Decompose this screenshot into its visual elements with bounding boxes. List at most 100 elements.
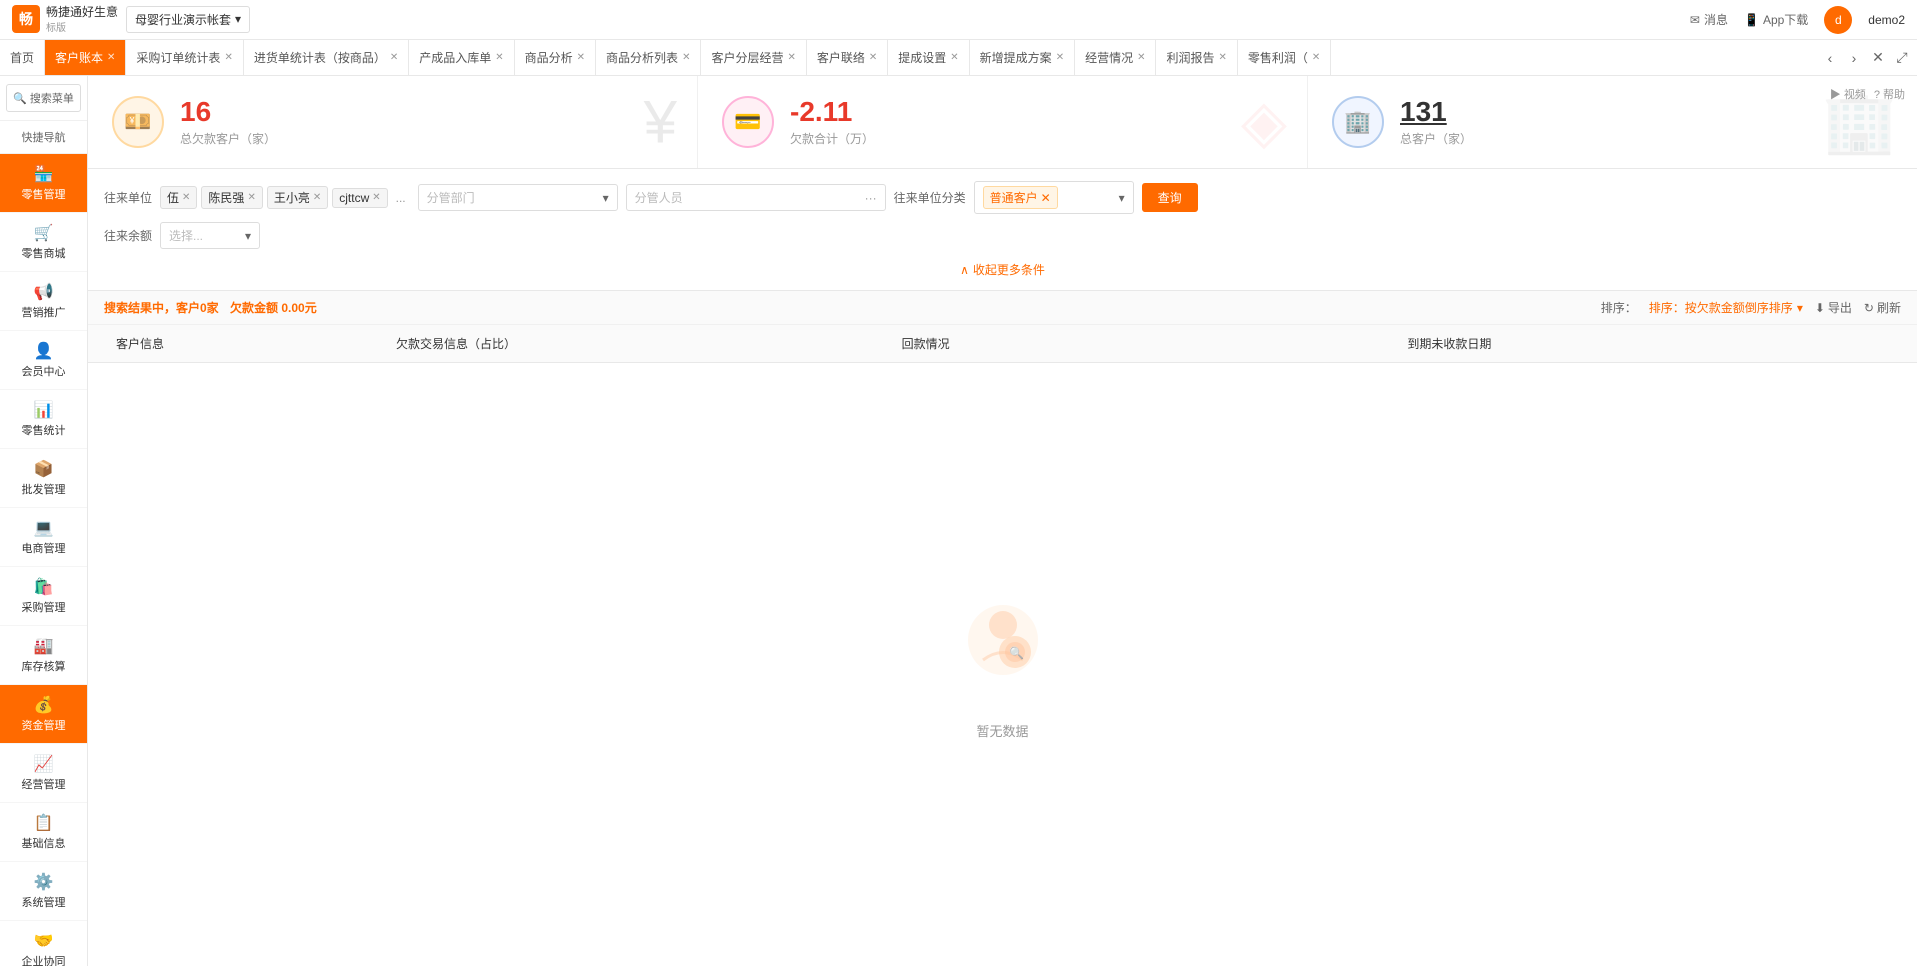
stat-bg-icon-1: ¥ bbox=[644, 88, 677, 157]
unit-tag-wang-close[interactable]: ✕ bbox=[313, 192, 321, 203]
retail-mgmt-label: 零售管理 bbox=[22, 186, 66, 202]
refresh-btn[interactable]: ↻ 刷新 bbox=[1864, 299, 1901, 316]
unit-tag-wu[interactable]: 伍 ✕ bbox=[160, 186, 197, 209]
logo-sub: 标版 bbox=[46, 19, 118, 34]
chevron-up-icon: ∧ bbox=[960, 263, 969, 277]
sidebar-item-system[interactable]: ⚙️ 系统管理 bbox=[0, 862, 87, 921]
tab-customer-segment-close[interactable]: ✕ bbox=[787, 52, 795, 63]
tab-purchase-summary[interactable]: 采购订单统计表 ✕ bbox=[126, 40, 243, 76]
message-action[interactable]: ✉ 消息 bbox=[1690, 11, 1728, 28]
tab-profit-close[interactable]: ✕ bbox=[1219, 52, 1227, 63]
unit-tag-chen[interactable]: 陈民强 ✕ bbox=[201, 186, 262, 209]
tab-operations[interactable]: 经营情况 ✕ bbox=[1075, 40, 1156, 76]
tab-promote-close[interactable]: ✕ bbox=[950, 52, 958, 63]
tab-purchase-summary-label: 采购订单统计表 bbox=[136, 49, 220, 66]
unit-class-tag-normal[interactable]: 普通客户 ✕ bbox=[983, 186, 1058, 209]
tab-product-analysis-close[interactable]: ✕ bbox=[577, 52, 585, 63]
ecommerce-label: 电商管理 bbox=[22, 540, 66, 556]
stat-icon-3: 🏢 bbox=[1332, 96, 1384, 148]
tab-purchase-stats-close[interactable]: ✕ bbox=[390, 52, 398, 63]
sidebar-item-retail-mgmt[interactable]: 🏪 零售管理 bbox=[0, 154, 87, 213]
tab-product-list-label: 商品分析列表 bbox=[606, 49, 678, 66]
sidebar-item-marketing[interactable]: 📢 营销推广 bbox=[0, 272, 87, 331]
unit-tag-cjttcw-close[interactable]: ✕ bbox=[372, 192, 380, 203]
tab-purchase-stats[interactable]: 进货单统计表（按商品） ✕ bbox=[244, 40, 409, 76]
tab-retail-profit-close[interactable]: ✕ bbox=[1312, 52, 1320, 63]
sidebar-item-capital[interactable]: 💰 资金管理 bbox=[0, 685, 87, 744]
unit-tag-cjttcw[interactable]: cjttcw ✕ bbox=[332, 188, 387, 208]
nav-next-btn[interactable]: › bbox=[1843, 47, 1865, 69]
tab-retail-profit[interactable]: 零售利润（ ✕ bbox=[1238, 40, 1331, 76]
tab-product-analysis-list[interactable]: 商品分析列表 ✕ bbox=[596, 40, 701, 76]
unit-class-arrow: ▾ bbox=[1119, 191, 1125, 205]
app-download-action[interactable]: 📱 App下载 bbox=[1744, 11, 1808, 28]
dept-select[interactable]: 分管部门 ▾ bbox=[418, 184, 618, 211]
sidebar-item-inventory[interactable]: 🏭 库存核算 bbox=[0, 626, 87, 685]
tab-operations-close[interactable]: ✕ bbox=[1137, 52, 1145, 63]
unit-tags-more[interactable]: ... bbox=[392, 189, 410, 207]
sidebar-item-member[interactable]: 👤 会员中心 bbox=[0, 331, 87, 390]
total-debt-label: 欠款合计（万） bbox=[790, 130, 874, 147]
tab-product-analysis[interactable]: 商品分析 ✕ bbox=[515, 40, 596, 76]
query-button[interactable]: 查询 bbox=[1142, 183, 1198, 212]
person-select[interactable]: 分管人员 ··· bbox=[626, 184, 886, 211]
nav-tabs-actions: ‹ › ✕ ⤢ bbox=[1815, 47, 1917, 69]
stats-bar: 💴 16 总欠款客户（家） ¥ 💳 -2.11 欠款合计（万） ◈ bbox=[88, 76, 1917, 169]
tab-new-promote[interactable]: 新增提成方案 ✕ bbox=[970, 40, 1075, 76]
unit-tag-chen-text: 陈民强 bbox=[208, 189, 244, 206]
video-action[interactable]: ▶ 视频 bbox=[1830, 86, 1866, 102]
export-btn[interactable]: ⬇ 导出 bbox=[1815, 299, 1852, 316]
unit-tag-chen-close[interactable]: ✕ bbox=[247, 192, 255, 203]
unit-class-select[interactable]: 普通客户 ✕ ▾ bbox=[974, 181, 1134, 214]
sidebar-item-purchase[interactable]: 🛍️ 采购管理 bbox=[0, 567, 87, 626]
store-select[interactable]: 母婴行业演示帐套 ▾ bbox=[126, 6, 250, 33]
filter-collapse-btn[interactable]: ∧ 收起更多条件 bbox=[104, 257, 1901, 282]
sidebar-item-batch-mgmt[interactable]: 📦 批发管理 bbox=[0, 449, 87, 508]
nav-maximize-btn[interactable]: ⤢ bbox=[1891, 47, 1913, 69]
unit-tag-cjttcw-text: cjttcw bbox=[339, 191, 369, 205]
sort-select[interactable]: 排序：按欠款金额倒序排序 ▾ bbox=[1649, 299, 1803, 316]
nav-close-all-btn[interactable]: ✕ bbox=[1867, 47, 1889, 69]
unit-filter-label: 往来单位 bbox=[104, 189, 152, 206]
basic-info-icon: 📋 bbox=[34, 813, 54, 833]
avatar[interactable]: d bbox=[1824, 6, 1852, 34]
tab-new-promote-close[interactable]: ✕ bbox=[1056, 52, 1064, 63]
tab-purchase-summary-close[interactable]: ✕ bbox=[224, 52, 232, 63]
total-debt-value: -2.11 bbox=[790, 98, 874, 126]
dept-placeholder: 分管部门 bbox=[427, 189, 475, 206]
retail-mall-icon: 🛒 bbox=[34, 223, 54, 243]
sidebar-item-ecommerce[interactable]: 💻 电商管理 bbox=[0, 508, 87, 567]
tab-promote-settings[interactable]: 提成设置 ✕ bbox=[888, 40, 969, 76]
tab-customer-accounts[interactable]: 客户账本 ✕ bbox=[45, 40, 126, 76]
unit-class-tag-close[interactable]: ✕ bbox=[1041, 191, 1051, 205]
tab-product-list-close[interactable]: ✕ bbox=[682, 52, 690, 63]
tab-profit-report[interactable]: 利润报告 ✕ bbox=[1156, 40, 1237, 76]
sidebar-item-enterprise-collab[interactable]: 🤝 企业协同 bbox=[0, 921, 87, 966]
tab-production-label: 产成品入库单 bbox=[419, 49, 491, 66]
quick-nav-btn[interactable]: 快捷导航 bbox=[0, 121, 87, 154]
tab-customer-accounts-close[interactable]: ✕ bbox=[107, 52, 115, 63]
sidebar-item-retail-stats[interactable]: 📊 零售统计 bbox=[0, 390, 87, 449]
sidebar-item-ops-mgmt[interactable]: 📈 经营管理 bbox=[0, 744, 87, 803]
unit-tag-wu-close[interactable]: ✕ bbox=[182, 192, 190, 203]
stat-actions: ▶ 视频 ? 帮助 bbox=[1830, 86, 1905, 102]
tab-customer-contact[interactable]: 客户联络 ✕ bbox=[807, 40, 888, 76]
balance-select[interactable]: 选择... ▾ bbox=[160, 222, 260, 249]
tab-production-inbound[interactable]: 产成品入库单 ✕ bbox=[409, 40, 514, 76]
search-menu-button[interactable]: 🔍 搜索菜单 bbox=[6, 84, 81, 112]
tab-home[interactable]: 首页 bbox=[0, 40, 45, 76]
nav-prev-btn[interactable]: ‹ bbox=[1819, 47, 1841, 69]
tab-customer-segment[interactable]: 客户分层经营 ✕ bbox=[701, 40, 806, 76]
tab-operations-label: 经营情况 bbox=[1085, 49, 1133, 66]
inventory-icon: 🏭 bbox=[34, 636, 54, 656]
tab-production-close[interactable]: ✕ bbox=[495, 52, 503, 63]
toolbar-right: 排序： 排序：按欠款金额倒序排序 ▾ ⬇ 导出 ↻ 刷新 bbox=[1601, 299, 1901, 316]
sidebar-item-retail-mall[interactable]: 🛒 零售商城 bbox=[0, 213, 87, 272]
stat-icon-2: 💳 bbox=[722, 96, 774, 148]
help-action[interactable]: ? 帮助 bbox=[1874, 86, 1905, 102]
tab-customer-accounts-label: 客户账本 bbox=[55, 49, 103, 66]
unit-tag-wang[interactable]: 王小亮 ✕ bbox=[267, 186, 328, 209]
sidebar-item-basic-info[interactable]: 📋 基础信息 bbox=[0, 803, 87, 862]
balance-label: 往来余额 bbox=[104, 227, 152, 244]
tab-contact-close[interactable]: ✕ bbox=[869, 52, 877, 63]
